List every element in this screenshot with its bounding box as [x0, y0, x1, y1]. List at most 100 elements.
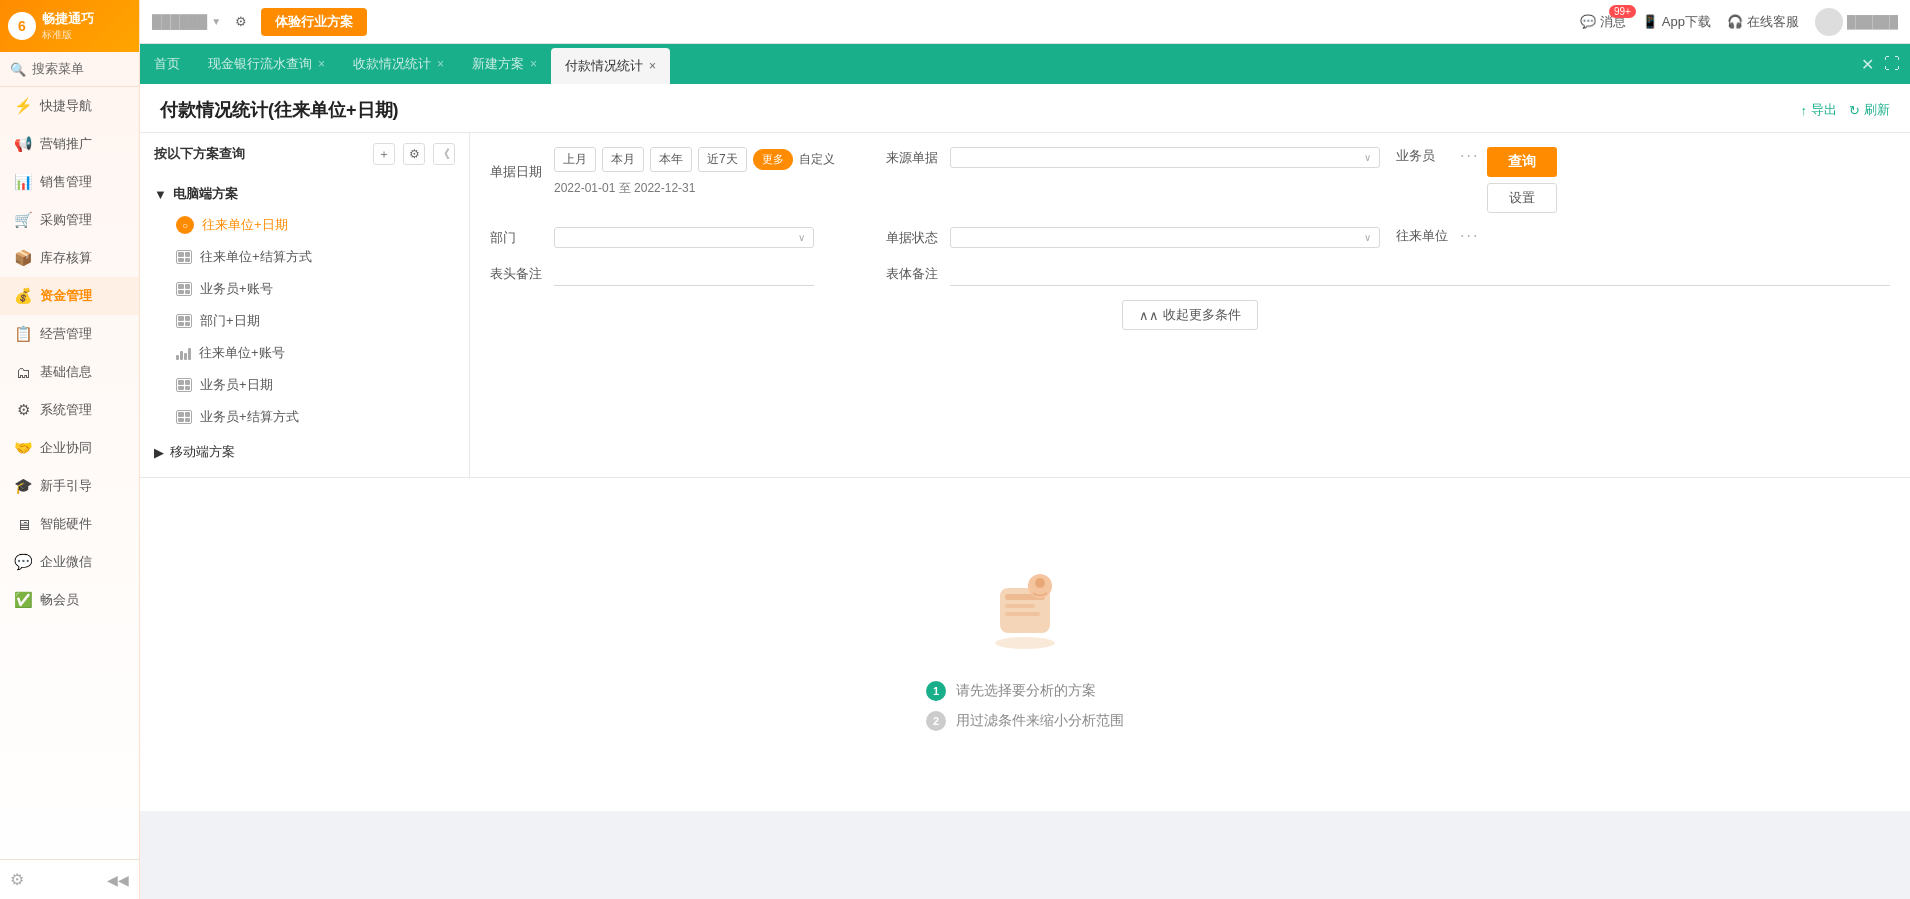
sidebar-item-hardware[interactable]: 🖥 智能硬件: [0, 505, 139, 543]
company-selector[interactable]: ██████ ▼: [152, 14, 221, 29]
online-service-label: 在线客服: [1747, 13, 1799, 31]
messages-badge: 99+: [1609, 5, 1636, 18]
scheme-query-label: 按以下方案查询: [154, 145, 365, 163]
sidebar-item-system[interactable]: ⚙ 系统管理: [0, 391, 139, 429]
filter-partner-item: 往来单位 ···: [1396, 227, 1890, 245]
scheme-item-partner-date[interactable]: ○ 往来单位+日期: [154, 209, 455, 241]
scheme-collapse-btn[interactable]: 《: [433, 143, 455, 165]
tab-new-scheme[interactable]: 新建方案 ×: [458, 44, 551, 84]
topbar-settings-btn[interactable]: ⚙: [227, 8, 255, 36]
tab-close-all-btn[interactable]: ✕: [1861, 55, 1874, 74]
query-btn[interactable]: 查询: [1487, 147, 1557, 177]
sidebar-item-label: 企业微信: [40, 553, 92, 571]
tab-income-close[interactable]: ×: [437, 57, 444, 71]
add-scheme-btn[interactable]: ＋: [373, 143, 395, 165]
tab-home-label: 首页: [154, 55, 180, 73]
date-7days-btn[interactable]: 近7天: [698, 147, 747, 172]
sidebar-item-enterprise[interactable]: 🤝 企业协同: [0, 429, 139, 467]
sidebar-item-operation[interactable]: 📋 经营管理: [0, 315, 139, 353]
trial-btn[interactable]: 体验行业方案: [261, 8, 367, 36]
scheme-item-label: 业务员+结算方式: [200, 408, 299, 426]
scheme-item-staff-payment[interactable]: 业务员+结算方式: [154, 401, 455, 433]
messages-btn[interactable]: 💬 消息 99+: [1580, 13, 1626, 31]
scheme-item-partner-payment[interactable]: 往来单位+结算方式: [154, 241, 455, 273]
sidebar-item-guide[interactable]: 🎓 新手引导: [0, 467, 139, 505]
page-content: 付款情况统计(往来单位+日期) ↑ 导出 ↻ 刷新 按: [140, 84, 1910, 899]
svg-point-6: [1035, 578, 1045, 588]
tab-new-scheme-close[interactable]: ×: [530, 57, 537, 71]
sidebar-item-inventory[interactable]: 📦 库存核算: [0, 239, 139, 277]
app-download-btn[interactable]: 📱 App下载: [1642, 13, 1711, 31]
tab-expand-btn[interactable]: ⛶: [1884, 55, 1900, 73]
sidebar-item-sales[interactable]: 📊 销售管理: [0, 163, 139, 201]
svg-point-0: [995, 637, 1055, 649]
filter-right: 单据日期 上月 本月 本年 近7天 更多 自定义 20: [470, 133, 1910, 477]
collapse-label: 收起更多条件: [1163, 306, 1241, 324]
tab-home[interactable]: 首页: [140, 44, 194, 84]
search-menu-btn[interactable]: 🔍 搜索菜单: [0, 52, 139, 87]
filter-sidebar-header: 按以下方案查询 ＋ ⚙ 《: [140, 133, 469, 175]
date-more-btn[interactable]: 更多: [753, 149, 793, 170]
sidebar-item-wechat[interactable]: 💬 企业微信: [0, 543, 139, 581]
scheme-item-label: 往来单位+结算方式: [200, 248, 312, 266]
scheme-item-staff-account[interactable]: 业务员+账号: [154, 273, 455, 305]
export-btn[interactable]: ↑ 导出: [1801, 101, 1838, 119]
tab-income[interactable]: 收款情况统计 ×: [339, 44, 458, 84]
tab-bar-actions: ✕ ⛶: [1851, 44, 1910, 84]
sidebar-item-purchase[interactable]: 🛒 采购管理: [0, 201, 139, 239]
sidebar-item-label: 营销推广: [40, 135, 92, 153]
body-notes-input[interactable]: [950, 262, 1890, 286]
top-bar-left: ██████ ▼ ⚙ 体验行业方案: [152, 8, 367, 36]
filter-dept-item: 部门 ∨: [490, 227, 870, 248]
sidebar-item-marketing[interactable]: 📢 营销推广: [0, 125, 139, 163]
tab-payment-close[interactable]: ×: [649, 59, 656, 73]
dept-select[interactable]: ∨: [554, 227, 814, 248]
sidebar-item-basic[interactable]: 🗂 基础信息: [0, 353, 139, 391]
date-this-month-btn[interactable]: 本月: [602, 147, 644, 172]
tab-bank[interactable]: 现金银行流水查询 ×: [194, 44, 339, 84]
scheme-item-dept-date[interactable]: 部门+日期: [154, 305, 455, 337]
sidebar-settings-icon[interactable]: ⚙: [10, 870, 24, 889]
partner-dots[interactable]: ···: [1460, 227, 1479, 245]
header-notes-input[interactable]: [554, 262, 814, 286]
online-service-btn[interactable]: 🎧 在线客服: [1727, 13, 1799, 31]
export-icon: ↑: [1801, 103, 1808, 118]
date-last-month-btn[interactable]: 上月: [554, 147, 596, 172]
tab-income-label: 收款情况统计: [353, 55, 431, 73]
refresh-btn[interactable]: ↻ 刷新: [1849, 101, 1890, 119]
staff-dots[interactable]: ···: [1460, 147, 1479, 165]
desktop-group-label: 电脑端方案: [173, 185, 238, 203]
hardware-icon: 🖥: [14, 515, 32, 533]
sidebar-nav: ⚡ 快捷导航 📢 营销推广 📊 销售管理 🛒 采购管理 📦 库存核算 💰: [0, 87, 139, 859]
quick-nav-icon: ⚡: [14, 97, 32, 115]
settings-small-btn[interactable]: 设置: [1487, 183, 1557, 213]
sidebar-item-quick-nav[interactable]: ⚡ 快捷导航: [0, 87, 139, 125]
app-logo: 6: [8, 12, 36, 40]
inventory-icon: 📦: [14, 249, 32, 267]
source-select[interactable]: ∨: [950, 147, 1380, 168]
staff-label: 业务员: [1396, 147, 1452, 165]
date-this-year-btn[interactable]: 本年: [650, 147, 692, 172]
mobile-group-title[interactable]: ▶ 移动端方案: [140, 437, 469, 467]
company-selector-arrow: ▼: [211, 16, 221, 27]
user-menu-btn[interactable]: ██████: [1815, 8, 1898, 36]
user-avatar: [1815, 8, 1843, 36]
header-notes-label: 表头备注: [490, 265, 546, 283]
sidebar-item-capital[interactable]: 💰 资金管理: [0, 277, 139, 315]
scheme-table-icon: [176, 282, 192, 296]
system-icon: ⚙: [14, 401, 32, 419]
filter-staff-item: 业务员 ··· 查询 设置: [1396, 147, 1890, 213]
sidebar-item-member[interactable]: ✅ 畅会员: [0, 581, 139, 619]
sidebar-collapse-icon[interactable]: ◀◀: [107, 872, 129, 888]
voucher-status-select[interactable]: ∨: [950, 227, 1380, 248]
tab-payment[interactable]: 付款情况统计 ×: [551, 48, 670, 84]
collapse-more-btn[interactable]: ∧∧ 收起更多条件: [1122, 300, 1258, 330]
scheme-item-partner-account[interactable]: 往来单位+账号: [154, 337, 455, 369]
scheme-settings-btn[interactable]: ⚙: [403, 143, 425, 165]
desktop-group-title[interactable]: ▼ 电脑端方案: [154, 179, 455, 209]
scheme-table-icon: [176, 250, 192, 264]
scheme-item-staff-date[interactable]: 业务员+日期: [154, 369, 455, 401]
filter-date-item: 单据日期 上月 本月 本年 近7天 更多 自定义 20: [490, 147, 870, 197]
voucher-status-label: 单据状态: [886, 229, 942, 247]
tab-bank-close[interactable]: ×: [318, 57, 325, 71]
